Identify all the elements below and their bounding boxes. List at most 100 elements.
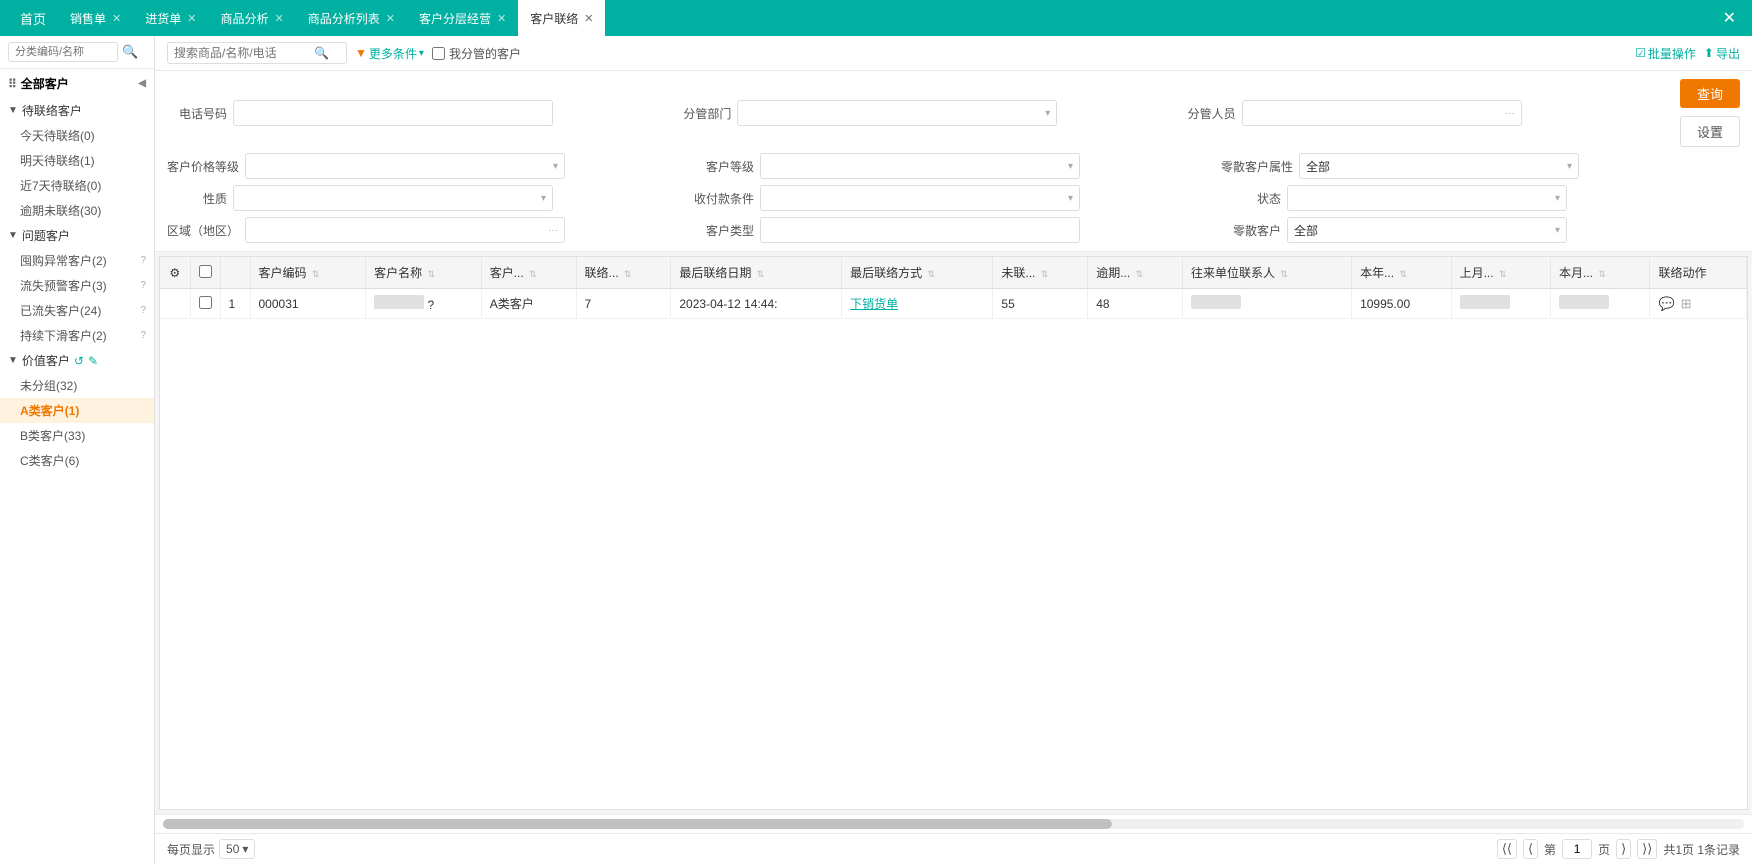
- filter-cell-person: 分管人员 ···: [1176, 100, 1672, 126]
- close-icon[interactable]: ✕: [497, 12, 506, 25]
- sidebar-item-tomorrow[interactable]: 明天待联络(1): [0, 148, 154, 173]
- customer-type-select[interactable]: [760, 217, 1080, 243]
- chevron-down-icon: ▾: [553, 161, 558, 172]
- region-label: 区域（地区）: [167, 222, 239, 239]
- sidebar-item-churned[interactable]: 已流失客户(24) ?: [0, 298, 154, 323]
- unit-contact-cell: [1183, 289, 1352, 319]
- nav-home[interactable]: 首页: [8, 0, 58, 36]
- nav-tab-customer-ops[interactable]: 客户分层经营 ✕: [407, 0, 518, 36]
- dept-select[interactable]: ▾: [737, 100, 1057, 126]
- nav-tab-analysis[interactable]: 商品分析 ✕: [208, 0, 295, 36]
- person-label: 分管人员: [1176, 105, 1236, 122]
- this-month-column-header[interactable]: 本月... ⇅: [1551, 257, 1650, 289]
- nav-tab-sales[interactable]: 销售单 ✕: [58, 0, 133, 36]
- my-customers-checkbox[interactable]: [432, 47, 445, 60]
- row-checkbox[interactable]: [199, 296, 212, 309]
- refresh-icon[interactable]: ↺: [74, 354, 84, 368]
- chevron-down-icon: ▾: [1555, 193, 1560, 204]
- sidebar-group-problem[interactable]: ▼ 问题客户: [0, 223, 154, 248]
- sidebar-search-icon[interactable]: 🔍: [122, 44, 138, 60]
- person-select[interactable]: ···: [1242, 100, 1522, 126]
- last-month-column-header[interactable]: 上月... ⇅: [1451, 257, 1550, 289]
- sidebar-item-overdue[interactable]: 逾期未联络(30): [0, 198, 154, 223]
- phone-input[interactable]: [233, 100, 553, 126]
- grid-icon[interactable]: ⊞: [1681, 296, 1692, 312]
- first-page-button[interactable]: ⟨⟨: [1497, 839, 1517, 859]
- chat-icon[interactable]: 💬: [1658, 296, 1674, 312]
- close-icon[interactable]: ✕: [112, 12, 121, 25]
- blurred-name: [374, 295, 424, 309]
- per-page-select[interactable]: 50 ▾: [219, 839, 255, 859]
- prev-page-button[interactable]: ⟨: [1523, 839, 1538, 859]
- name-column-header[interactable]: 客户名称 ⇅: [366, 257, 482, 289]
- close-icon[interactable]: ✕: [584, 12, 593, 25]
- overdue-column-header[interactable]: 逾期... ⇅: [1088, 257, 1183, 289]
- contact-column-header[interactable]: 联络... ⇅: [576, 257, 671, 289]
- edit-icon[interactable]: ✎: [88, 354, 98, 368]
- payment-select[interactable]: ▾: [760, 185, 1080, 211]
- retail-attr-select[interactable]: 全部 ▾: [1299, 153, 1579, 179]
- retail-customer-select[interactable]: 全部 ▾: [1287, 217, 1567, 243]
- sidebar-item-today[interactable]: 今天待联络(0): [0, 123, 154, 148]
- sort-icon: ⇅: [1499, 269, 1507, 279]
- scroll-thumb[interactable]: [163, 819, 1112, 829]
- page-input[interactable]: [1562, 839, 1592, 859]
- num-cell: 1: [220, 289, 250, 319]
- close-icon[interactable]: ✕: [187, 12, 196, 25]
- contact-cell: 7: [576, 289, 671, 319]
- next-page-button[interactable]: ⟩: [1616, 839, 1631, 859]
- sidebar-group-pending[interactable]: ▼ 待联络客户: [0, 98, 154, 123]
- sidebar-group-value[interactable]: ▼ 价值客户 ↺ ✎: [0, 348, 154, 373]
- sidebar-item-c-class[interactable]: C类客户(6): [0, 448, 154, 473]
- sidebar-item-b-class[interactable]: B类客户(33): [0, 423, 154, 448]
- unit-contact-column-header[interactable]: 往来单位联系人 ⇅: [1183, 257, 1352, 289]
- sidebar-search-input[interactable]: [8, 42, 118, 62]
- sidebar-item-a-class[interactable]: A类客户(1): [0, 398, 154, 423]
- customer-grade-select[interactable]: ▾: [760, 153, 1080, 179]
- status-select[interactable]: ▾: [1287, 185, 1567, 211]
- window-close-button[interactable]: ✕: [1715, 8, 1744, 28]
- scroll-track[interactable]: [163, 819, 1744, 829]
- sidebar-item-churn-warning[interactable]: 流失预警客户(3) ?: [0, 273, 154, 298]
- query-button[interactable]: 查询: [1680, 79, 1740, 108]
- not-contacted-cell: 55: [993, 289, 1088, 319]
- sidebar-all-customers[interactable]: ⠿ 全部客户 ◀: [0, 69, 154, 98]
- filter-row-3: 性质 ▾ 收付款条件 ▾ 状态: [167, 185, 1740, 211]
- sidebar-item-ungrouped[interactable]: 未分组(32): [0, 373, 154, 398]
- nav-tab-analysis-list[interactable]: 商品分析列表 ✕: [296, 0, 407, 36]
- search-icon[interactable]: 🔍: [314, 46, 329, 60]
- sidebar-item-declining[interactable]: 持续下滑客户(2) ?: [0, 323, 154, 348]
- action-column-header: 联络动作: [1650, 257, 1747, 289]
- sidebar-item-hoarding[interactable]: 囤购异常客户(2) ?: [0, 248, 154, 273]
- last-page-button[interactable]: ⟩⟩: [1637, 839, 1657, 859]
- close-icon[interactable]: ✕: [386, 12, 395, 25]
- page-navigation: ⟨⟨ ⟨ 第 页 ⟩ ⟩⟩ 共1页 1条记录: [1497, 839, 1740, 859]
- not-contacted-column-header[interactable]: 未联... ⇅: [993, 257, 1088, 289]
- table-row: 1 000031 ? A类客户 7 2023-04-12 14:44: 下销货单…: [160, 289, 1747, 319]
- close-icon[interactable]: ✕: [275, 12, 284, 25]
- select-all-checkbox[interactable]: [199, 265, 212, 278]
- chevron-down-icon: ▾: [541, 193, 546, 204]
- price-grade-label: 客户价格等级: [167, 158, 239, 175]
- region-select[interactable]: ···: [245, 217, 565, 243]
- last-date-column-header[interactable]: 最后联络日期 ⇅: [671, 257, 842, 289]
- filter-cell-region: 区域（地区） ···: [167, 217, 686, 243]
- export-button[interactable]: ⬆ 导出: [1704, 45, 1740, 62]
- more-conditions-btn[interactable]: ▼ 更多条件 ▾: [355, 45, 424, 62]
- nav-tab-purchase[interactable]: 进货单 ✕: [133, 0, 208, 36]
- search-input[interactable]: [174, 46, 314, 60]
- last-method-column-header[interactable]: 最后联络方式 ⇅: [842, 257, 993, 289]
- this-year-column-header[interactable]: 本年... ⇅: [1352, 257, 1452, 289]
- sort-icon: ⇅: [1280, 269, 1288, 279]
- sidebar-item-7days[interactable]: 近7天待联络(0): [0, 173, 154, 198]
- nav-tab-customer-contact[interactable]: 客户联络 ✕: [518, 0, 605, 36]
- price-grade-select[interactable]: ▾: [245, 153, 565, 179]
- code-column-header[interactable]: 客户编码 ⇅: [250, 257, 366, 289]
- type-column-header[interactable]: 客户... ⇅: [481, 257, 576, 289]
- last-method-link[interactable]: 下销货单: [850, 297, 898, 311]
- batch-op-button[interactable]: ☑ 批量操作: [1635, 45, 1696, 62]
- nature-select[interactable]: ▾: [233, 185, 553, 211]
- info-icon: ?: [140, 280, 146, 291]
- gear-column-header[interactable]: ⚙: [160, 257, 190, 289]
- settings-button[interactable]: 设置: [1680, 116, 1740, 147]
